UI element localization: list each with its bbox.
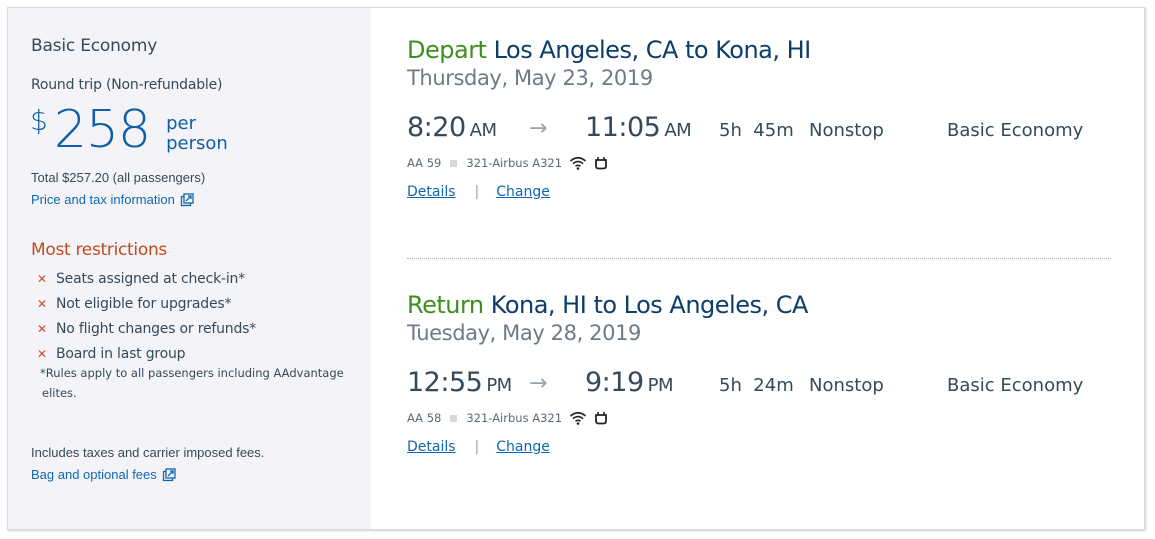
restriction-item: ✕ Seats assigned at check-in* [37,270,246,287]
flight-number: AA 58 [407,411,442,425]
restrictions-title: Most restrictions [31,240,167,260]
currency-symbol: $ [30,104,48,137]
segment-depart: Depart Los Angeles, CA to Kona, HI Thurs… [407,36,1111,200]
per-person-label: per person [166,113,228,154]
arrow-right-icon: → [529,371,548,396]
wifi-icon [569,411,587,425]
x-icon: ✕ [37,271,47,286]
stops: Nonstop [809,120,884,141]
link-divider: | [474,184,480,200]
external-link-icon [180,192,194,206]
segment-route: Kona, HI to Los Angeles, CA [490,291,809,319]
cabin-class: Basic Economy [947,120,1084,141]
fees-note: Includes taxes and carrier imposed fees. [31,445,265,460]
x-icon: ✕ [37,296,47,311]
external-link-icon [162,467,176,481]
aircraft: 321-Airbus A321 [466,156,563,170]
restrictions-list: ✕ Seats assigned at check-in* ✕ Not eligib… [37,266,256,366]
price: $ 258 per person [30,100,228,160]
segment-label: Return [407,291,484,319]
segment-divider [407,258,1111,259]
cabin-class: Basic Economy [947,375,1084,396]
bag-fees-link[interactable]: Bag and optional fees [31,467,176,482]
details-link[interactable]: Details [407,439,456,455]
trip-type: Round trip (Non-refundable) [31,77,223,93]
separator-square [450,159,458,167]
change-link[interactable]: Change [496,184,550,200]
fare-summary-panel: Basic Economy Round trip (Non-refundable… [8,8,371,529]
segment-return: Return Kona, HI to Los Angeles, CA Tuesd… [407,291,1111,455]
power-outlet-icon [594,156,608,170]
segment-links: Details | Change [407,439,1111,455]
flight-number: AA 59 [407,156,442,170]
duration: 5h 45m [719,120,794,141]
stops: Nonstop [809,375,884,396]
change-link[interactable]: Change [496,439,550,455]
price-amount: 258 [53,100,151,160]
segment-date: Thursday, May 23, 2019 [407,66,653,90]
x-icon: ✕ [37,346,47,361]
price-tax-info-label: Price and tax information [31,192,175,207]
segment-label: Depart [407,36,487,64]
segment-route: Los Angeles, CA to Kona, HI [493,36,812,64]
departure-time: 12:55 PM [407,367,512,398]
power-outlet-icon [594,411,608,425]
restriction-item: ✕ No flight changes or refunds* [37,320,257,337]
times-row: 8:20 AM → 11:05 AM 5h 45m Nonstop Basic Ec… [407,112,1111,152]
rules-note: *Rules apply to all passengers including… [40,366,344,400]
flight-meta: AA 59 321-Airbus A321 [407,152,1111,174]
bag-fees-label: Bag and optional fees [31,467,157,482]
fare-card: Basic Economy Round trip (Non-refundable… [7,7,1145,530]
segment-title: Depart Los Angeles, CA to Kona, HI [407,36,1111,64]
wifi-icon [569,156,587,170]
restriction-item: ✕ Not eligible for upgrades* [37,295,232,312]
total-price: Total $257.20 (all passengers) [31,170,206,185]
separator-square [450,414,458,422]
arrival-time: 9:19 PM [585,367,674,398]
price-tax-info-link[interactable]: Price and tax information [31,192,194,207]
flight-meta: AA 58 321-Airbus A321 [407,407,1111,429]
segment-links: Details | Change [407,184,1111,200]
arrival-time: 11:05 AM [585,112,692,143]
x-icon: ✕ [37,321,47,336]
arrow-right-icon: → [529,116,548,141]
fare-name: Basic Economy [31,36,158,56]
departure-time: 8:20 AM [407,112,497,143]
times-row: 12:55 PM → 9:19 PM 5h 24m Nonstop Basic Ec… [407,367,1111,407]
segment-date: Tuesday, May 28, 2019 [407,321,641,345]
details-link[interactable]: Details [407,184,456,200]
link-divider: | [474,439,480,455]
segment-title: Return Kona, HI to Los Angeles, CA [407,291,1111,319]
aircraft: 321-Airbus A321 [466,411,563,425]
duration: 5h 24m [719,375,794,396]
flight-segments: Depart Los Angeles, CA to Kona, HI Thurs… [371,8,1144,529]
